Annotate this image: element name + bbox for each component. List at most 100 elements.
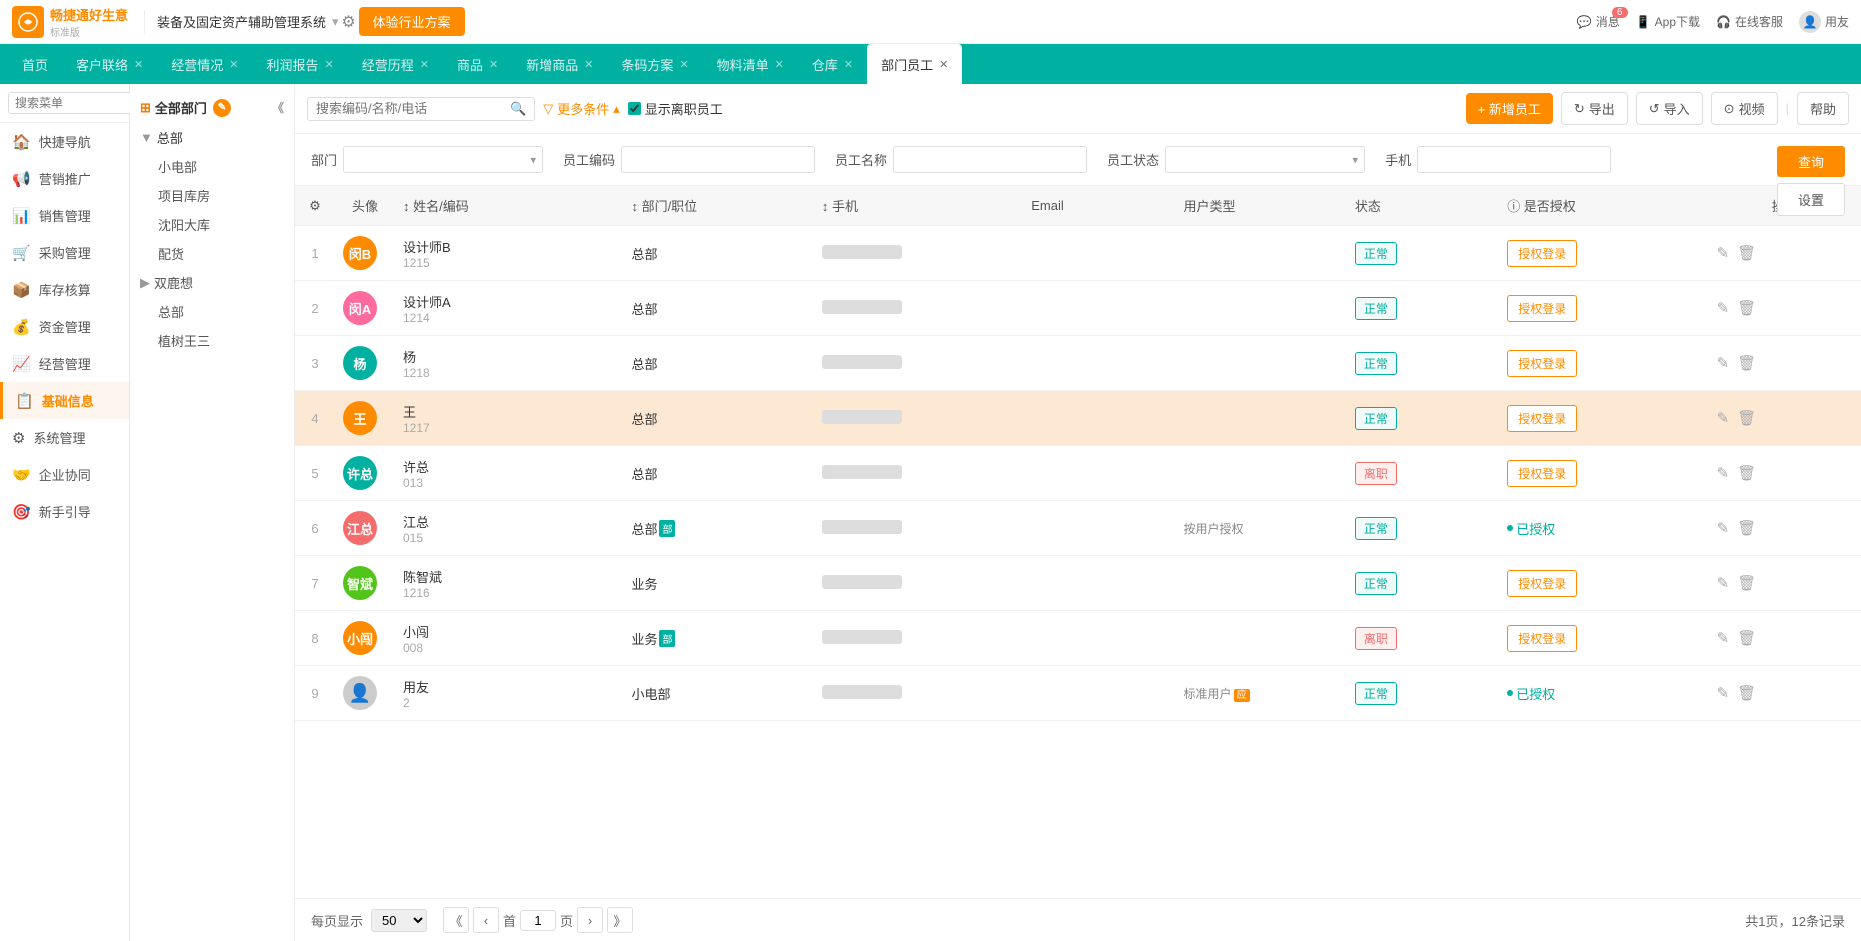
query-btn[interactable]: 查询	[1777, 146, 1845, 177]
delete-icon[interactable]: 🗑	[1737, 519, 1756, 537]
delete-icon[interactable]: 🗑	[1737, 464, 1756, 482]
sidebar-item-purchase[interactable]: 🛒 采购管理	[0, 234, 129, 271]
dept-item-zongbu[interactable]: ▼ 总部	[130, 123, 294, 152]
help-btn[interactable]: 帮助	[1797, 92, 1849, 125]
close-icon[interactable]: ✕	[939, 58, 948, 71]
sidebar-item-inventory[interactable]: 📦 库存核算	[0, 271, 129, 308]
delete-icon[interactable]: 🗑	[1737, 299, 1756, 317]
close-icon[interactable]: ✕	[844, 58, 853, 71]
edit-icon[interactable]: ✎	[1717, 409, 1730, 427]
edit-icon[interactable]: ✎	[1717, 629, 1730, 647]
app-download-btn[interactable]: 📱 App下载	[1636, 13, 1700, 30]
tab-barcode[interactable]: 条码方案✕	[607, 44, 702, 84]
auth-login-btn[interactable]: 授权登录	[1507, 570, 1577, 597]
auth-login-btn[interactable]: 授权登录	[1507, 350, 1577, 377]
sidebar-item-sales[interactable]: 📊 销售管理	[0, 197, 129, 234]
sidebar-item-marketing[interactable]: 📢 营销推广	[0, 160, 129, 197]
emp-code-input[interactable]	[621, 146, 815, 173]
close-icon[interactable]: ✕	[420, 58, 429, 71]
edit-icon[interactable]: ✎	[1717, 684, 1730, 702]
sidebar-item-quicknav[interactable]: 🏠 快捷导航	[0, 123, 129, 160]
tab-warehouse[interactable]: 仓库✕	[798, 44, 867, 84]
settings-icon[interactable]: ⚙	[339, 12, 359, 32]
import-btn[interactable]: ↺ 导入	[1636, 92, 1703, 125]
delete-icon[interactable]: 🗑	[1737, 409, 1756, 427]
edit-icon[interactable]: ✎	[1717, 464, 1730, 482]
prev-page-btn[interactable]: ‹	[473, 907, 499, 933]
tab-home[interactable]: 首页	[8, 44, 62, 84]
tab-customer[interactable]: 客户联络✕	[62, 44, 157, 84]
delete-icon[interactable]: 🗑	[1737, 354, 1756, 372]
next-page-btn[interactable]: ›	[577, 907, 603, 933]
edit-icon[interactable]: ✎	[1717, 299, 1730, 317]
dept-item-project[interactable]: 项目库房	[130, 181, 294, 210]
first-page-btn[interactable]: 《	[443, 907, 469, 933]
show-resigned-input[interactable]	[628, 102, 641, 115]
per-page-select[interactable]: 50 100 200	[371, 909, 427, 932]
close-icon[interactable]: ✕	[134, 58, 143, 71]
tab-history[interactable]: 经营历程✕	[348, 44, 443, 84]
auth-login-btn[interactable]: 授权登录	[1507, 405, 1577, 432]
last-page-btn[interactable]: 》	[607, 907, 633, 933]
show-resigned-checkbox[interactable]: 显示离职员工	[628, 99, 723, 118]
page-input[interactable]	[520, 910, 556, 931]
auth-login-btn[interactable]: 授权登录	[1507, 240, 1577, 267]
sidebar-item-collab[interactable]: 🤝 企业协同	[0, 456, 129, 493]
sidebar-item-system[interactable]: ⚙ 系统管理	[0, 419, 129, 456]
tab-add-goods[interactable]: 新增商品✕	[512, 44, 607, 84]
dept-item-small-elec[interactable]: 小电部	[130, 152, 294, 181]
col-phone[interactable]: ↕ 手机	[814, 186, 1023, 226]
delete-icon[interactable]: 🗑	[1737, 574, 1756, 592]
col-settings[interactable]: ⚙	[295, 186, 335, 226]
dept-item-distribution[interactable]: 配货	[130, 239, 294, 268]
set-btn[interactable]: 设置	[1777, 183, 1845, 216]
edit-icon[interactable]: ✎	[1717, 574, 1730, 592]
auth-login-btn[interactable]: 授权登录	[1507, 295, 1577, 322]
dept-collapse-icon[interactable]: 《	[272, 99, 284, 116]
close-icon[interactable]: ✕	[229, 58, 238, 71]
dept-edit-icon[interactable]: ✎	[213, 99, 231, 117]
view-btn[interactable]: ⊙ 视频	[1711, 92, 1778, 125]
dept-item-general[interactable]: 总部	[130, 297, 294, 326]
edit-icon[interactable]: ✎	[1717, 244, 1730, 262]
phone-input[interactable]	[1417, 146, 1611, 173]
row-email	[1023, 611, 1175, 666]
sidebar-item-basic[interactable]: 📋 基础信息	[0, 382, 129, 419]
close-icon[interactable]: ✕	[584, 58, 593, 71]
close-icon[interactable]: ✕	[775, 58, 784, 71]
col-name[interactable]: ↕ 姓名/编码	[395, 186, 623, 226]
tab-bom[interactable]: 物料清单✕	[703, 44, 798, 84]
messages-btn[interactable]: 💬 消息 6	[1577, 13, 1620, 30]
sidebar-item-finance[interactable]: 💰 资金管理	[0, 308, 129, 345]
try-btn[interactable]: 体验行业方案	[359, 7, 465, 36]
export-btn[interactable]: ↻ 导出	[1561, 92, 1628, 125]
close-icon[interactable]: ✕	[489, 58, 498, 71]
edit-icon[interactable]: ✎	[1717, 519, 1730, 537]
add-employee-btn[interactable]: + 新增员工	[1466, 93, 1553, 124]
edit-icon[interactable]: ✎	[1717, 354, 1730, 372]
tab-operation[interactable]: 经营情况✕	[157, 44, 252, 84]
sidebar-item-guide[interactable]: 🎯 新手引导	[0, 493, 129, 530]
sidebar-item-management[interactable]: 📈 经营管理	[0, 345, 129, 382]
dept-select[interactable]	[343, 146, 543, 173]
user-btn[interactable]: 👤 用友	[1799, 11, 1849, 33]
dept-item-plant[interactable]: 植树王三	[130, 326, 294, 355]
delete-icon[interactable]: 🗑	[1737, 629, 1756, 647]
tab-profit[interactable]: 利润报告✕	[252, 44, 347, 84]
close-icon[interactable]: ✕	[679, 58, 688, 71]
tab-employees[interactable]: 部门员工✕	[867, 44, 962, 84]
tab-goods[interactable]: 商品✕	[443, 44, 512, 84]
search-input[interactable]	[316, 101, 506, 116]
close-icon[interactable]: ✕	[325, 58, 334, 71]
delete-icon[interactable]: 🗑	[1737, 684, 1756, 702]
delete-icon[interactable]: 🗑	[1737, 244, 1756, 262]
dept-item-shenyang[interactable]: 沈阳大库	[130, 210, 294, 239]
auth-login-btn[interactable]: 授权登录	[1507, 460, 1577, 487]
dept-item-shuanglu[interactable]: ▶ 双鹿想	[130, 268, 294, 297]
emp-name-input[interactable]	[893, 146, 1087, 173]
emp-status-select[interactable]	[1165, 146, 1365, 173]
more-filter-btn[interactable]: ▽ 更多条件 ▴	[543, 99, 620, 118]
auth-login-btn[interactable]: 授权登录	[1507, 625, 1577, 652]
online-service-btn[interactable]: 🎧 在线客服	[1716, 13, 1783, 30]
col-dept[interactable]: ↕ 部门/职位	[623, 186, 813, 226]
